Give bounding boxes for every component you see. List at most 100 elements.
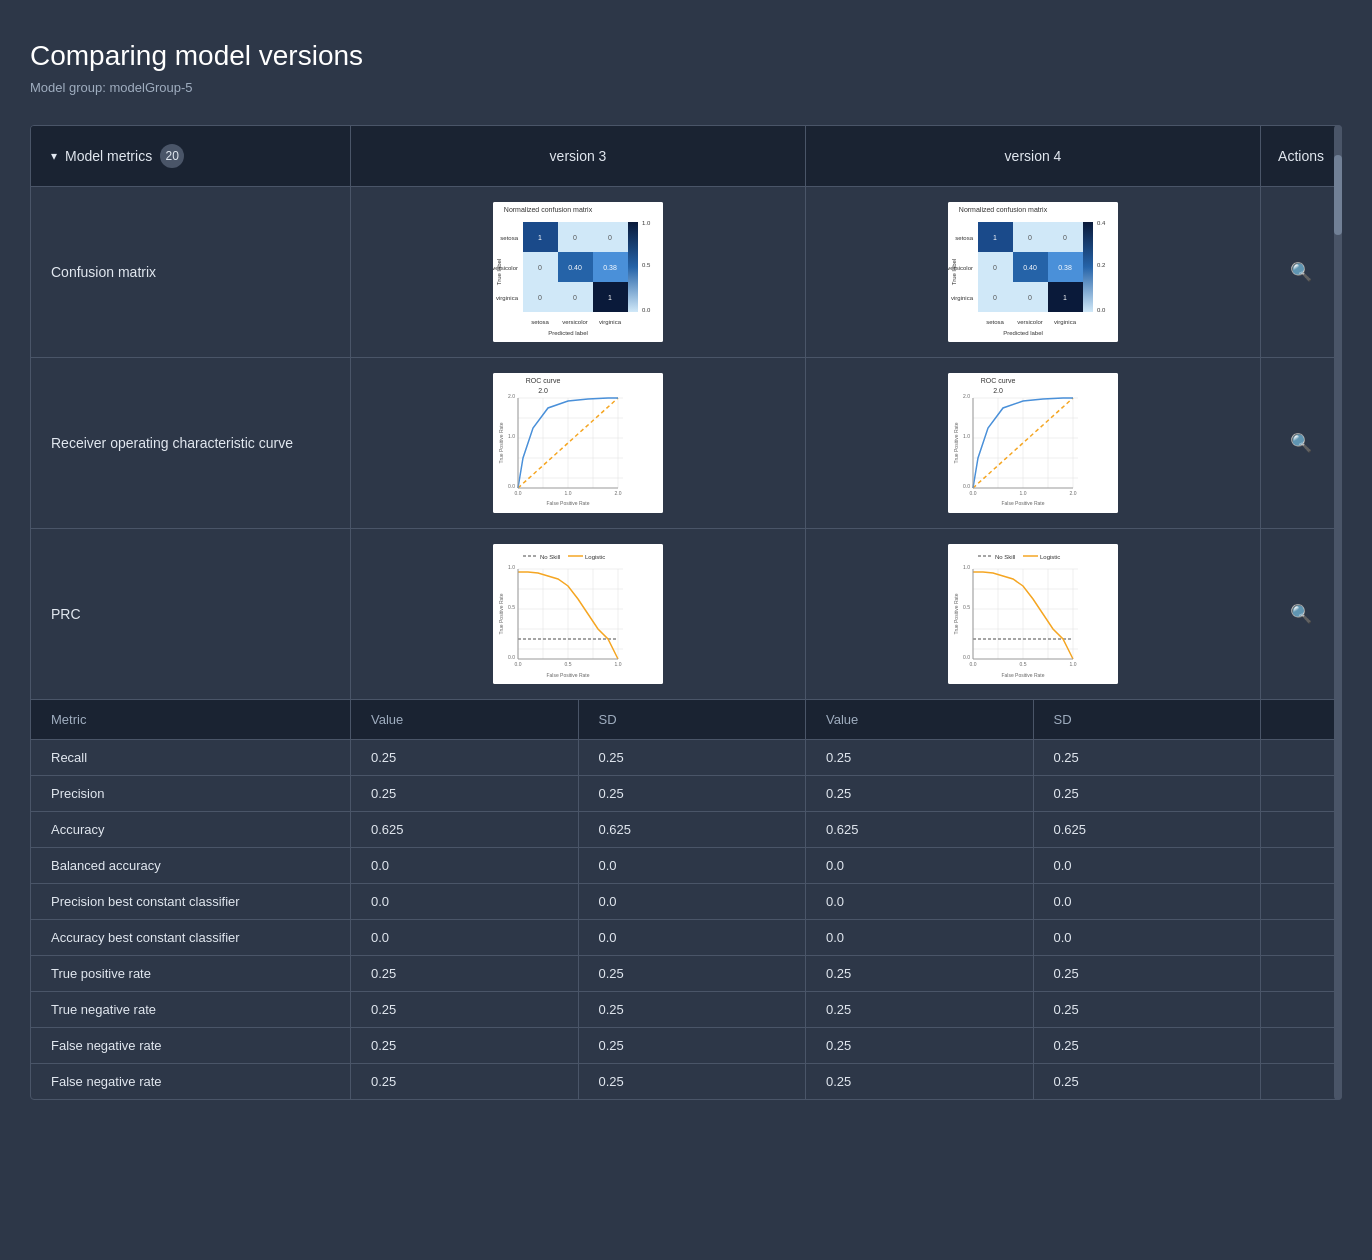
data-cell <box>1261 992 1341 1027</box>
prc-img-v4: No Skill Logistic <box>948 544 1118 684</box>
roc-img-v3: ROC curve 2.0 <box>493 373 663 513</box>
confusion-matrix-img-v4: Normalized confusion matrix 0.4 0.2 0.0 <box>948 202 1118 342</box>
metrics-sub-header: Metric Value SD Value SD <box>31 700 1341 740</box>
metric-col-header: Metric <box>31 700 351 739</box>
svg-text:1.0: 1.0 <box>963 564 970 570</box>
table-row: Accuracy best constant classifier0.00.00… <box>31 920 1341 956</box>
data-cell: 0.25 <box>351 776 579 811</box>
svg-text:1: 1 <box>1063 294 1067 301</box>
data-cell <box>1261 956 1341 991</box>
roc-chart-v4: ROC curve 2.0 <box>806 358 1261 528</box>
data-cell: 0.0 <box>579 848 807 883</box>
svg-text:1: 1 <box>608 294 612 301</box>
data-cell: 0.25 <box>806 992 1034 1027</box>
data-cell: False negative rate <box>31 1064 351 1099</box>
svg-text:True label: True label <box>951 259 957 285</box>
metrics-header-cell[interactable]: ▾ Model metrics 20 <box>31 126 351 186</box>
data-cell: 0.25 <box>806 776 1034 811</box>
prc-chart-v3: No Skill Logistic <box>351 529 806 699</box>
table-row: Confusion matrix Normalized confusion ma… <box>31 187 1341 358</box>
confusion-matrix-chart-v3: Normalized confusion matrix 1.0 0.5 <box>351 187 806 357</box>
data-cell: 0.25 <box>1034 992 1262 1027</box>
svg-text:0: 0 <box>1028 294 1032 301</box>
svg-text:0.38: 0.38 <box>603 264 617 271</box>
data-cell <box>1261 740 1341 775</box>
svg-text:virginica: virginica <box>1054 319 1077 325</box>
scrollbar[interactable] <box>1334 125 1342 1100</box>
version4-header-cell: version 4 <box>806 126 1261 186</box>
data-cell: 0.0 <box>351 884 579 919</box>
data-cell: Balanced accuracy <box>31 848 351 883</box>
data-cell: 0.0 <box>806 848 1034 883</box>
data-cell: 0.25 <box>1034 1028 1262 1063</box>
table-row: Balanced accuracy0.00.00.00.0 <box>31 848 1341 884</box>
data-cell <box>1261 884 1341 919</box>
data-cell: 0.25 <box>1034 776 1262 811</box>
data-cell: 0.625 <box>579 812 807 847</box>
version3-header-cell: version 3 <box>351 126 806 186</box>
data-cell: 0.25 <box>579 992 807 1027</box>
table-row: Precision0.250.250.250.25 <box>31 776 1341 812</box>
svg-text:0.5: 0.5 <box>565 661 572 667</box>
svg-text:0: 0 <box>538 264 542 271</box>
data-cell: 0.25 <box>579 956 807 991</box>
svg-text:0.38: 0.38 <box>1058 264 1072 271</box>
svg-text:0: 0 <box>993 294 997 301</box>
svg-text:True Positive Rate: True Positive Rate <box>953 593 959 634</box>
svg-text:versicolor: versicolor <box>1017 319 1043 325</box>
prc-img-v3: No Skill Logistic <box>493 544 663 684</box>
svg-text:0.40: 0.40 <box>568 264 582 271</box>
svg-text:ROC curve: ROC curve <box>526 377 561 384</box>
data-cell: 0.25 <box>1034 740 1262 775</box>
svg-text:0.0: 0.0 <box>970 661 977 667</box>
svg-text:Logistic: Logistic <box>1040 554 1060 560</box>
data-cell: 0.25 <box>351 992 579 1027</box>
svg-text:0: 0 <box>1063 234 1067 241</box>
v4-value-col-header: Value <box>806 700 1034 739</box>
data-cell <box>1261 1028 1341 1063</box>
data-cell: 0.0 <box>579 920 807 955</box>
data-cell: 0.25 <box>351 740 579 775</box>
data-cell: 0.25 <box>351 1028 579 1063</box>
svg-text:0.0: 0.0 <box>963 654 970 660</box>
data-cell: 0.25 <box>351 1064 579 1099</box>
svg-text:setosa: setosa <box>531 319 549 325</box>
svg-text:virginica: virginica <box>599 319 622 325</box>
svg-text:0.0: 0.0 <box>515 661 522 667</box>
data-cell <box>1261 1064 1341 1099</box>
confusion-matrix-search-icon[interactable]: 🔍 <box>1290 261 1312 283</box>
data-cell <box>1261 812 1341 847</box>
svg-text:False Positive Rate: False Positive Rate <box>546 500 589 506</box>
data-cell: Recall <box>31 740 351 775</box>
scrollbar-thumb[interactable] <box>1334 155 1342 235</box>
svg-text:0: 0 <box>573 234 577 241</box>
metrics-label: Model metrics <box>65 148 152 164</box>
svg-text:0.5: 0.5 <box>642 262 651 268</box>
data-cell <box>1261 920 1341 955</box>
data-cell: 0.25 <box>806 956 1034 991</box>
svg-text:versicolor: versicolor <box>562 319 588 325</box>
roc-curve-search-icon[interactable]: 🔍 <box>1290 432 1312 454</box>
data-rows: Recall0.250.250.250.25Precision0.250.250… <box>31 740 1341 1099</box>
svg-text:0: 0 <box>993 264 997 271</box>
svg-text:2.0: 2.0 <box>615 490 622 496</box>
table-row: Recall0.250.250.250.25 <box>31 740 1341 776</box>
metrics-count-badge: 20 <box>160 144 184 168</box>
svg-text:True Positive Rate: True Positive Rate <box>953 422 959 463</box>
data-cell <box>1261 776 1341 811</box>
data-cell: Precision best constant classifier <box>31 884 351 919</box>
svg-text:0.4: 0.4 <box>1097 220 1106 226</box>
data-cell: 0.25 <box>579 740 807 775</box>
prc-search-icon[interactable]: 🔍 <box>1290 603 1312 625</box>
svg-text:Predicted label: Predicted label <box>1003 330 1043 336</box>
svg-text:setosa: setosa <box>986 319 1004 325</box>
svg-text:True Positive Rate: True Positive Rate <box>498 422 504 463</box>
roc-curve-actions: 🔍 <box>1261 358 1341 528</box>
svg-text:Normalized confusion matrix: Normalized confusion matrix <box>959 206 1048 213</box>
svg-text:False Positive Rate: False Positive Rate <box>546 672 589 678</box>
v3-sd-col-header: SD <box>579 700 807 739</box>
svg-text:0.0: 0.0 <box>1097 307 1106 313</box>
table-row: Accuracy0.6250.6250.6250.625 <box>31 812 1341 848</box>
svg-text:1.0: 1.0 <box>1070 661 1077 667</box>
svg-text:1.0: 1.0 <box>565 490 572 496</box>
